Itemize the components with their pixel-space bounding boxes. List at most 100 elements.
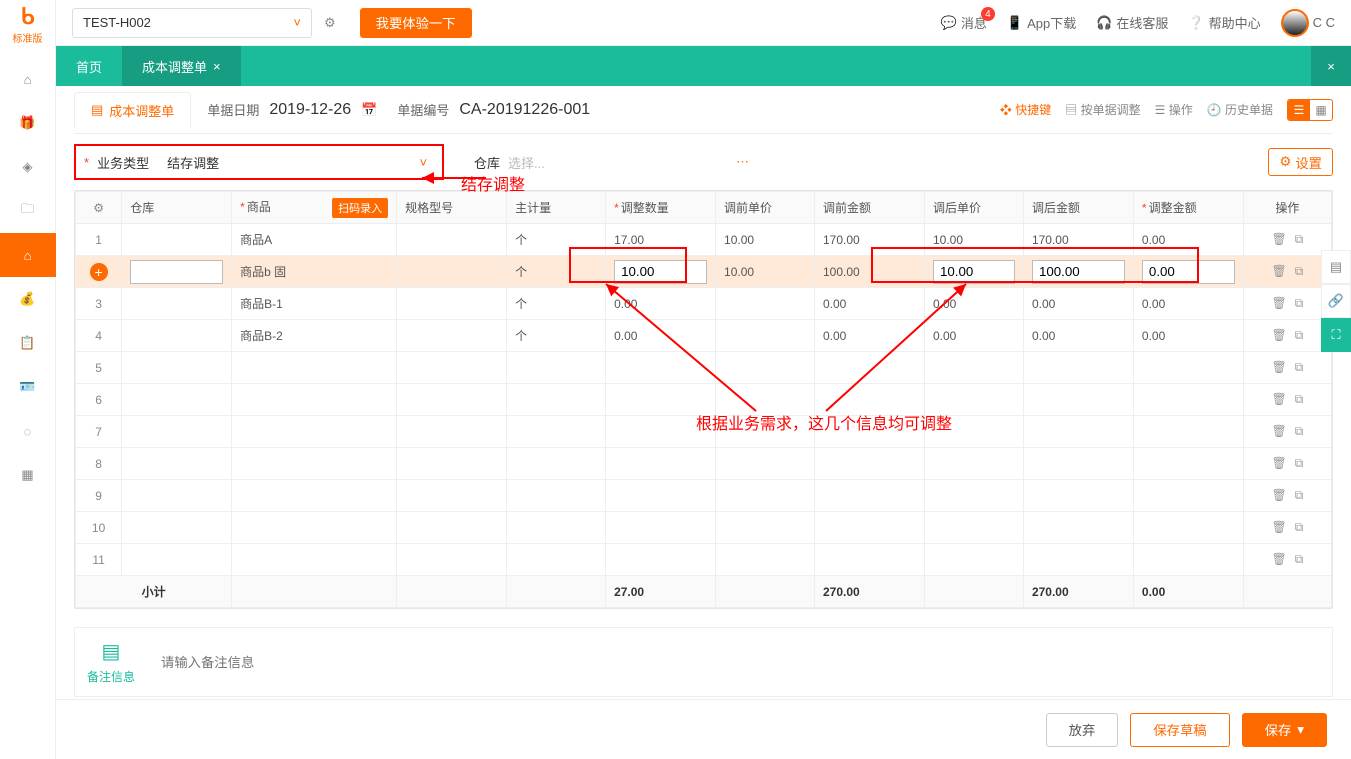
discard-button[interactable]: 放弃 xyxy=(1046,713,1119,747)
document-tab[interactable]: ▤ 成本调整单 xyxy=(74,92,191,128)
table-row[interactable]: 3商品B-1个0.000.000.000.000.00🗑⧉ xyxy=(76,288,1332,320)
save-draft-button[interactable]: 保存草稿 xyxy=(1130,713,1229,747)
tab-home[interactable]: 首页 xyxy=(56,46,122,86)
tool-link-icon[interactable]: 🔗 xyxy=(1321,284,1351,318)
operations-link[interactable]: ☰ 操作 xyxy=(1155,101,1193,118)
cell-qty[interactable] xyxy=(606,544,716,576)
col-qty[interactable]: *调整数量 xyxy=(606,192,716,224)
col-spec[interactable]: 规格型号 xyxy=(397,192,507,224)
cell-adj-amt[interactable] xyxy=(1133,480,1243,512)
calendar-icon[interactable]: 📅 xyxy=(361,102,377,118)
cell-post-price[interactable] xyxy=(924,352,1023,384)
cell-post-amt[interactable] xyxy=(1023,512,1133,544)
cell-spec[interactable] xyxy=(397,256,507,288)
copy-icon[interactable]: ⧉ xyxy=(1295,360,1304,374)
nav-home-icon[interactable]: ⌂ xyxy=(0,57,56,101)
add-row-button[interactable]: + xyxy=(90,263,108,281)
table-row[interactable]: 4商品B-2个0.000.000.000.000.00🗑⧉ xyxy=(76,320,1332,352)
table-row[interactable]: 11🗑⧉ xyxy=(76,544,1332,576)
copy-icon[interactable]: ⧉ xyxy=(1295,456,1304,470)
cell-post-price[interactable] xyxy=(924,256,1023,288)
delete-icon[interactable]: 🗑 xyxy=(1272,360,1287,374)
col-post-amt[interactable]: 调后金额 xyxy=(1023,192,1133,224)
nav-bag-icon[interactable]: 🗀 xyxy=(0,189,56,233)
cell-adj-amt[interactable] xyxy=(1133,544,1243,576)
cell-qty[interactable] xyxy=(606,352,716,384)
copy-icon[interactable]: ⧉ xyxy=(1295,488,1304,502)
table-row[interactable]: +商品b 固个10.00100.00🗑⧉ xyxy=(76,256,1332,288)
table-row[interactable]: 1商品A个17.0010.00170.0010.00170.000.00🗑⧉ xyxy=(76,224,1332,256)
col-uom[interactable]: 主计量 xyxy=(507,192,606,224)
cell-post-amt[interactable] xyxy=(1023,480,1133,512)
nav-clipboard-icon[interactable]: 📋 xyxy=(0,321,56,365)
cell-warehouse[interactable] xyxy=(122,320,232,352)
cell-spec[interactable] xyxy=(397,416,507,448)
nav-id-icon[interactable]: 🪪 xyxy=(0,365,56,409)
cell-warehouse[interactable] xyxy=(122,384,232,416)
cell-product[interactable]: 商品B-2 xyxy=(232,320,397,352)
delete-icon[interactable]: 🗑 xyxy=(1272,424,1287,438)
delete-icon[interactable]: 🗑 xyxy=(1272,264,1287,278)
settings-button[interactable]: ⚙ 设置 xyxy=(1268,148,1333,176)
tool-expand-icon[interactable]: ⛶ xyxy=(1321,318,1351,352)
table-row[interactable]: 9🗑⧉ xyxy=(76,480,1332,512)
cell-post-price[interactable]: 0.00 xyxy=(924,320,1023,352)
cell-post-price[interactable] xyxy=(924,448,1023,480)
copy-icon[interactable]: ⧉ xyxy=(1295,520,1304,534)
cell-qty[interactable]: 17.00 xyxy=(606,224,716,256)
cell-product[interactable]: 商品B-1 xyxy=(232,288,397,320)
close-icon[interactable]: × xyxy=(213,59,221,74)
cell-adj-amt[interactable] xyxy=(1133,512,1243,544)
cell-warehouse[interactable] xyxy=(122,352,232,384)
cell-spec[interactable] xyxy=(397,384,507,416)
cell-spec[interactable] xyxy=(397,224,507,256)
by-order-link[interactable]: ▤ 按单据调整 xyxy=(1065,101,1140,118)
post-amt-input[interactable] xyxy=(1032,260,1125,284)
tool-note-icon[interactable]: ▤ xyxy=(1321,250,1351,284)
customer-service-link[interactable]: 🎧 在线客服 xyxy=(1096,13,1168,32)
col-product[interactable]: *商品扫码录入 xyxy=(232,192,397,224)
delete-icon[interactable]: 🗑 xyxy=(1272,296,1287,310)
cell-post-price[interactable] xyxy=(924,544,1023,576)
delete-icon[interactable]: 🗑 xyxy=(1272,488,1287,502)
copy-icon[interactable]: ⧉ xyxy=(1295,328,1304,342)
adj-amt-input[interactable] xyxy=(1142,260,1235,284)
cell-product[interactable] xyxy=(232,448,397,480)
table-row[interactable]: 10🗑⧉ xyxy=(76,512,1332,544)
cell-warehouse[interactable] xyxy=(122,288,232,320)
cell-qty[interactable] xyxy=(606,480,716,512)
cell-adj-amt[interactable] xyxy=(1133,352,1243,384)
cell-warehouse[interactable] xyxy=(122,544,232,576)
cell-warehouse[interactable] xyxy=(122,416,232,448)
hotkey-link[interactable]: ❖ 快捷键 xyxy=(1000,101,1051,118)
cell-post-amt[interactable]: 0.00 xyxy=(1023,320,1133,352)
view-list-icon[interactable]: ☰ xyxy=(1288,100,1310,120)
cell-adj-amt[interactable] xyxy=(1133,256,1243,288)
warehouse-input[interactable] xyxy=(130,260,223,284)
cell-warehouse[interactable] xyxy=(122,448,232,480)
cell-post-amt[interactable] xyxy=(1023,448,1133,480)
col-pre-amt[interactable]: 调前金额 xyxy=(815,192,925,224)
cell-qty[interactable] xyxy=(606,448,716,480)
cell-warehouse[interactable] xyxy=(122,224,232,256)
cell-qty[interactable]: 0.00 xyxy=(606,288,716,320)
cell-adj-amt[interactable]: 0.00 xyxy=(1133,288,1243,320)
cell-warehouse[interactable] xyxy=(122,512,232,544)
cell-warehouse[interactable] xyxy=(122,256,232,288)
cell-adj-amt[interactable] xyxy=(1133,448,1243,480)
cell-product[interactable]: 商品b 固 xyxy=(232,256,397,288)
col-pre-price[interactable]: 调前单价 xyxy=(716,192,815,224)
cell-product[interactable] xyxy=(232,416,397,448)
table-row[interactable]: 8🗑⧉ xyxy=(76,448,1332,480)
copy-icon[interactable]: ⧉ xyxy=(1295,264,1304,278)
cell-spec[interactable] xyxy=(397,512,507,544)
cell-qty[interactable] xyxy=(606,384,716,416)
cell-spec[interactable] xyxy=(397,320,507,352)
nav-new-icon[interactable]: ▦ xyxy=(0,453,56,497)
nav-money-icon[interactable]: 💰 xyxy=(0,277,56,321)
user-menu[interactable]: C C xyxy=(1281,9,1335,37)
cell-qty[interactable] xyxy=(606,256,716,288)
cell-spec[interactable] xyxy=(397,352,507,384)
nav-warehouse-icon[interactable]: ⌂ xyxy=(0,233,56,277)
biz-type-select[interactable]: 结存调整 ˅ xyxy=(167,147,427,177)
